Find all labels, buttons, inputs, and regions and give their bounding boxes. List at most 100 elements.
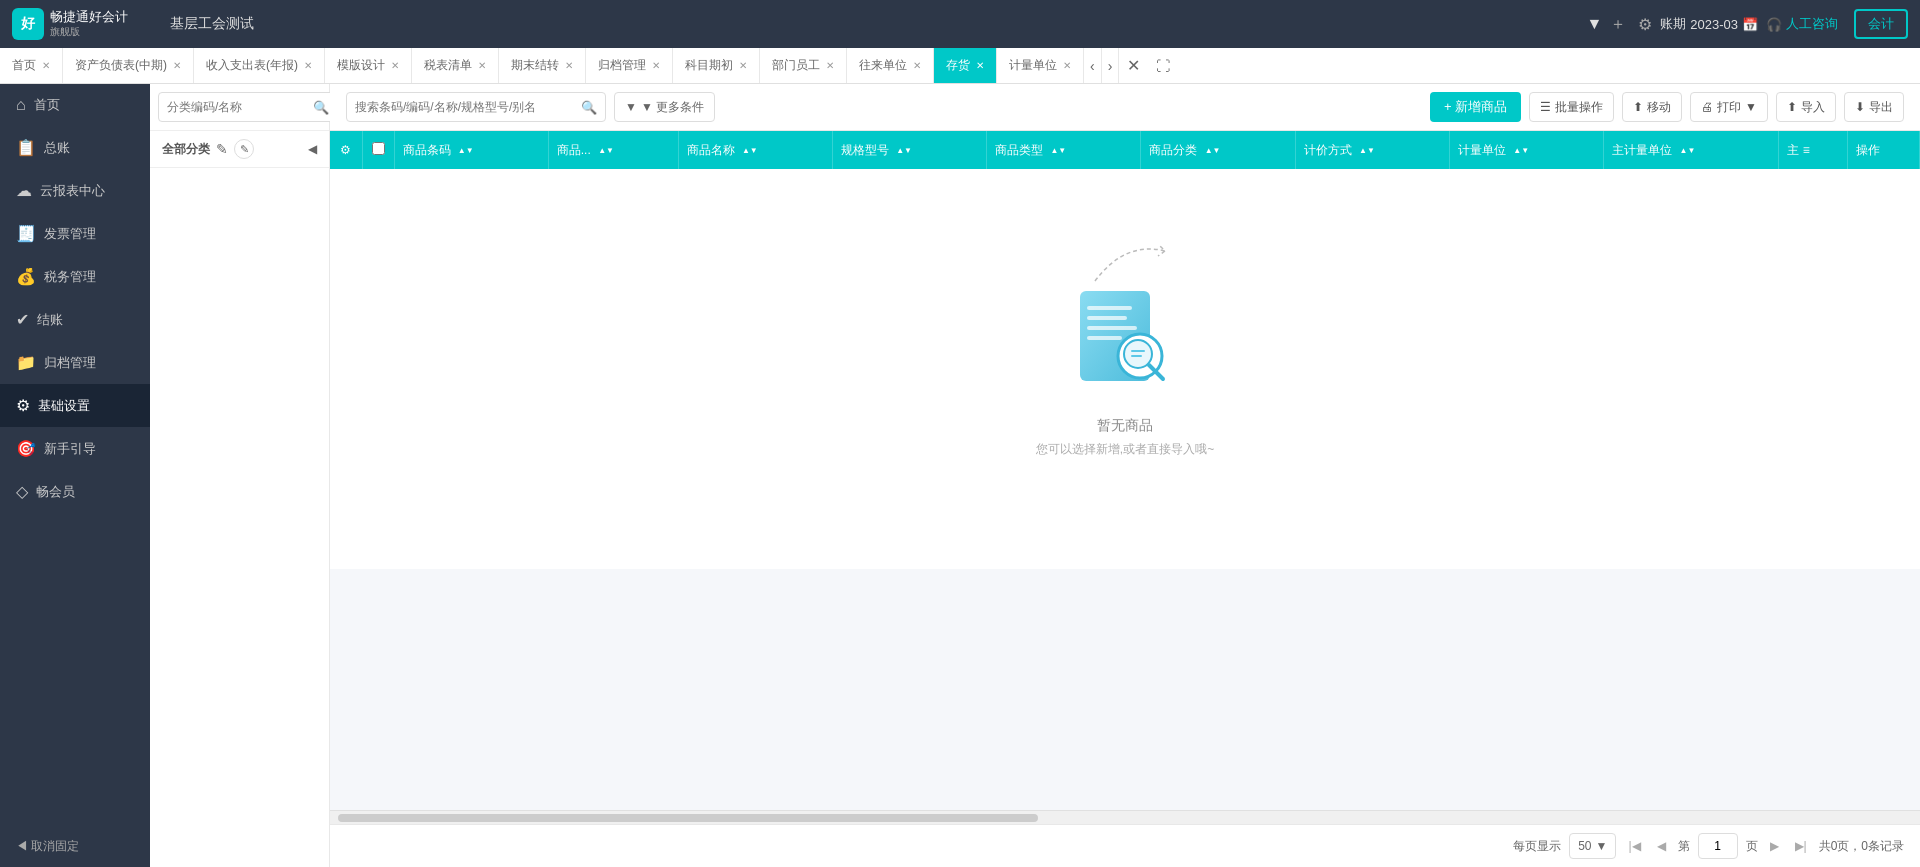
print-btn[interactable]: 🖨 打印 ▼ <box>1690 92 1768 122</box>
batch-btn[interactable]: ☰ 批量操作 <box>1529 92 1614 122</box>
sort-code[interactable]: ▲▼ <box>598 146 614 155</box>
th-barcode[interactable]: 商品条码 ▲▼ <box>394 131 548 169</box>
sidebar-item-settings[interactable]: ⚙ 基础设置 <box>0 384 150 427</box>
add-product-btn[interactable]: + 新增商品 <box>1430 92 1521 122</box>
tab-close-template[interactable]: ✕ <box>391 60 399 71</box>
company-dropdown-icon[interactable]: ▼ <box>1586 15 1602 33</box>
category-collapse-btn[interactable]: ◀ <box>308 142 317 156</box>
tab-close-archive[interactable]: ✕ <box>652 60 660 71</box>
more-filter-btn[interactable]: ▼ ▼ 更多条件 <box>614 92 715 122</box>
horizontal-scrollbar[interactable] <box>330 810 1920 824</box>
sort-name[interactable]: ▲▼ <box>742 146 758 155</box>
tab-close-balance[interactable]: ✕ <box>173 60 181 71</box>
content-area: 🔍 全部分类 ✎ ✎ ◀ 🔍 <box>150 84 1920 867</box>
tab-unit[interactable]: 计量单位 ✕ <box>997 48 1084 84</box>
tab-balance-sheet[interactable]: 资产负债表(中期) ✕ <box>63 48 194 84</box>
sort-barcode[interactable]: ▲▼ <box>458 146 474 155</box>
tab-close-tax[interactable]: ✕ <box>478 60 486 71</box>
category-search-icon[interactable]: 🔍 <box>313 100 329 115</box>
tab-nav-next[interactable]: › <box>1102 48 1120 84</box>
tab-clients[interactable]: 往来单位 ✕ <box>847 48 934 84</box>
move-btn[interactable]: ⬆ 移动 <box>1622 92 1682 122</box>
tab-close-all[interactable]: ✕ <box>1119 48 1148 84</box>
sort-spec[interactable]: ▲▼ <box>896 146 912 155</box>
sort-main-unit[interactable]: ▲▼ <box>1680 146 1696 155</box>
page-first-btn[interactable]: |◀ <box>1624 839 1644 853</box>
tab-template[interactable]: 模版设计 ✕ <box>325 48 412 84</box>
import-btn[interactable]: ⬆ 导入 <box>1776 92 1836 122</box>
sidebar-unpin-btn[interactable]: ◀ 取消固定 <box>0 826 150 867</box>
add-tab-btn[interactable]: ＋ <box>1610 14 1626 35</box>
th-price-method[interactable]: 计价方式 ▲▼ <box>1295 131 1449 169</box>
tab-archive[interactable]: 归档管理 ✕ <box>586 48 673 84</box>
tab-close-inventory[interactable]: ✕ <box>976 60 984 71</box>
sidebar-item-archive[interactable]: 📁 归档管理 <box>0 341 150 384</box>
tab-subject-initial[interactable]: 科目期初 ✕ <box>673 48 760 84</box>
logo-text-block: 畅捷通好会计 旗舰版 <box>50 9 128 39</box>
product-search-icon[interactable]: 🔍 <box>581 100 597 115</box>
sidebar-item-tax[interactable]: 💰 税务管理 <box>0 255 150 298</box>
page-next-btn[interactable]: ▶ <box>1766 839 1783 853</box>
sidebar-item-member[interactable]: ◇ 畅会员 <box>0 470 150 513</box>
th-code[interactable]: 商品... ▲▼ <box>548 131 678 169</box>
tab-department[interactable]: 部门员工 ✕ <box>760 48 847 84</box>
tab-period-close[interactable]: 期末结转 ✕ <box>499 48 586 84</box>
tab-tax[interactable]: 税表清单 ✕ <box>412 48 499 84</box>
th-gear[interactable]: ⚙ <box>330 131 362 169</box>
sort-price[interactable]: ▲▼ <box>1359 146 1375 155</box>
th-main-unit[interactable]: 主计量单位 ▲▼ <box>1604 131 1779 169</box>
tab-close-clients[interactable]: ✕ <box>913 60 921 71</box>
th-spec[interactable]: 规格型号 ▲▼ <box>832 131 986 169</box>
page-suffix: 页 <box>1746 838 1758 855</box>
sidebar-item-invoice[interactable]: 🧾 发票管理 <box>0 212 150 255</box>
select-all-checkbox[interactable] <box>372 142 385 155</box>
th-action: 操作 <box>1848 131 1920 169</box>
sort-category[interactable]: ▲▼ <box>1205 146 1221 155</box>
category-search-input[interactable] <box>167 100 313 114</box>
page-number-input[interactable] <box>1698 833 1738 859</box>
tab-nav-prev[interactable]: ‹ <box>1084 48 1102 84</box>
tab-close-income[interactable]: ✕ <box>304 60 312 71</box>
th-unit[interactable]: 计量单位 ▲▼ <box>1449 131 1603 169</box>
tab-close-unit[interactable]: ✕ <box>1063 60 1071 71</box>
page-last-btn[interactable]: ▶| <box>1791 839 1811 853</box>
category-add-icon[interactable]: ✎ <box>216 141 228 157</box>
sidebar-item-close[interactable]: ✔ 结账 <box>0 298 150 341</box>
tab-homepage[interactable]: 首页 ✕ <box>0 48 63 84</box>
consult-btn[interactable]: 🎧 人工咨询 <box>1766 15 1838 33</box>
category-edit-circle[interactable]: ✎ <box>234 139 254 159</box>
page-prev-btn[interactable]: ◀ <box>1653 839 1670 853</box>
sort-unit[interactable]: ▲▼ <box>1513 146 1529 155</box>
tab-inventory[interactable]: 存货 ✕ <box>934 48 997 84</box>
tab-expand[interactable]: ⛶ <box>1148 48 1178 84</box>
th-extra[interactable]: 主 ≡ <box>1779 131 1848 169</box>
sort-type[interactable]: ▲▼ <box>1050 146 1066 155</box>
export-btn[interactable]: ⬇ 导出 <box>1844 92 1904 122</box>
scroll-thumb[interactable] <box>338 814 1038 822</box>
sidebar-item-guide[interactable]: 🎯 新手引导 <box>0 427 150 470</box>
sidebar-item-home[interactable]: ⌂ 首页 <box>0 84 150 126</box>
product-search-input[interactable] <box>355 100 581 114</box>
sidebar-item-ledger[interactable]: 📋 总账 <box>0 126 150 169</box>
tab-close-dept[interactable]: ✕ <box>826 60 834 71</box>
tab-close-homepage[interactable]: ✕ <box>42 60 50 71</box>
move-icon: ⬆ <box>1633 100 1643 114</box>
sidebar-item-cloud[interactable]: ☁ 云报表中心 <box>0 169 150 212</box>
account-btn[interactable]: 会计 <box>1854 9 1908 39</box>
empty-main-text: 暂无商品 <box>1097 417 1153 435</box>
tab-close-period[interactable]: ✕ <box>565 60 573 71</box>
ledger-icon: 📋 <box>16 138 36 157</box>
calendar-icon[interactable]: 📅 <box>1742 17 1758 32</box>
th-type[interactable]: 商品类型 ▲▼ <box>987 131 1141 169</box>
per-page-select[interactable]: 50 ▼ <box>1569 833 1616 859</box>
settings-icon[interactable]: ⚙ <box>1638 15 1652 34</box>
th-checkbox[interactable] <box>362 131 394 169</box>
close-icon: ✔ <box>16 310 29 329</box>
tab-income-statement[interactable]: 收入支出表(年报) ✕ <box>194 48 325 84</box>
empty-state: 暂无商品 您可以选择新增,或者直接导入哦~ <box>330 169 1920 569</box>
product-table: ⚙ 商品条码 ▲▼ 商品... ▲▼ <box>330 131 1920 169</box>
th-category[interactable]: 商品分类 ▲▼ <box>1141 131 1295 169</box>
th-name[interactable]: 商品名称 ▲▼ <box>678 131 832 169</box>
svg-rect-2 <box>1087 316 1127 320</box>
tab-close-subject[interactable]: ✕ <box>739 60 747 71</box>
